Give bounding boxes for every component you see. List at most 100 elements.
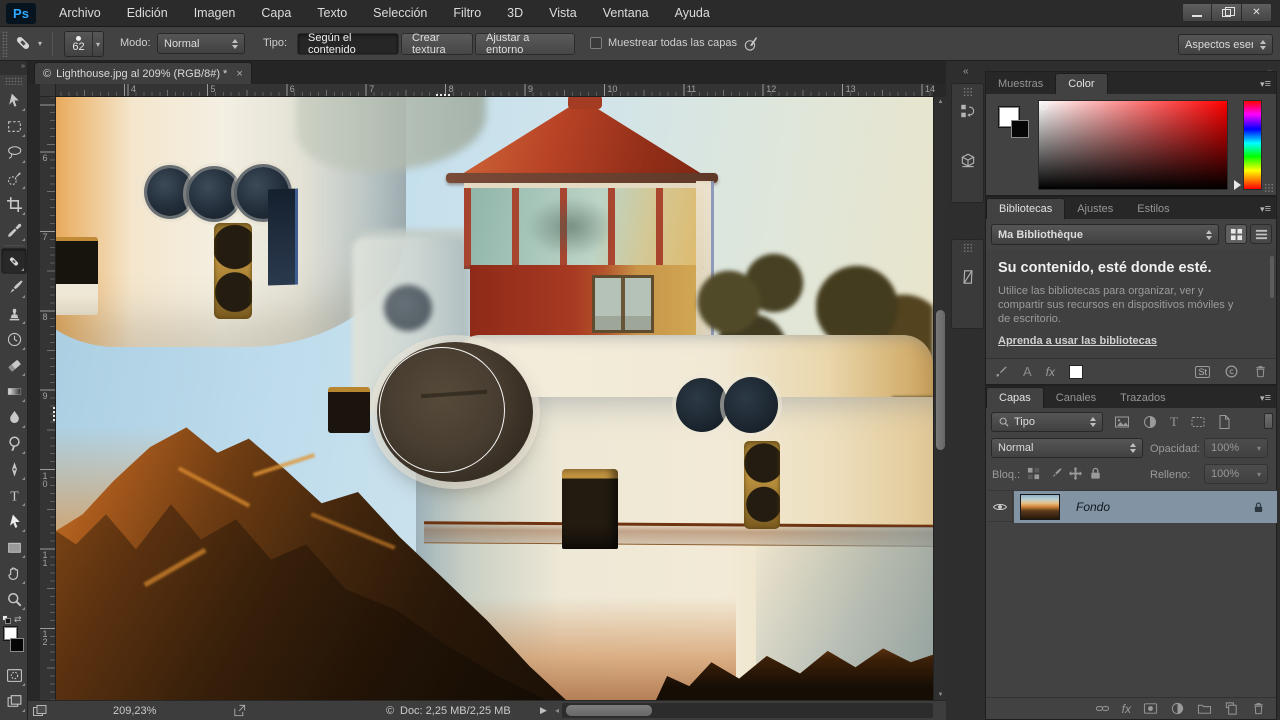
tab-close-icon[interactable]: × <box>236 68 242 80</box>
hue-slider-arrow[interactable] <box>1234 180 1241 190</box>
lock-transparency-icon[interactable] <box>1026 466 1041 481</box>
menu-edicion[interactable]: Edición <box>114 0 181 27</box>
tab-ajustes[interactable]: Ajustes <box>1065 198 1125 219</box>
history-brush-tool[interactable] <box>1 326 27 352</box>
adobe-stock-icon[interactable]: St <box>1195 365 1210 378</box>
swap-colors-icon[interactable]: ⇄ <box>14 614 22 625</box>
rectangle-tool[interactable] <box>1 534 27 560</box>
layer-row-selected[interactable]: Fondo <box>1014 491 1277 523</box>
add-effect-icon[interactable]: fx <box>1046 365 1055 379</box>
crop-tool[interactable] <box>1 191 27 217</box>
healing-brush-icon[interactable] <box>14 34 32 55</box>
group-grip[interactable] <box>963 243 973 253</box>
canvas-image[interactable] <box>56 97 933 700</box>
creative-cloud-icon[interactable] <box>1224 364 1239 379</box>
libraries-learn-link[interactable]: Aprenda a usar las bibliotecas <box>998 335 1264 347</box>
filter-pixel-layers-icon[interactable] <box>1114 414 1130 430</box>
panel-menu-icon[interactable]: ▾≡ <box>1260 392 1271 404</box>
brush-tool[interactable] <box>1 274 27 300</box>
eyedropper-tool[interactable] <box>1 217 27 243</box>
panel-resize-grip[interactable] <box>1264 183 1274 193</box>
menu-vista[interactable]: Vista <box>536 0 590 27</box>
layer-filter-select[interactable]: Tipo <box>991 412 1103 432</box>
ruler-vertical[interactable]: 6 7 8 9 10 11 12 <box>40 97 56 700</box>
opacity-select[interactable]: 100% ▾ <box>1204 438 1268 458</box>
pressure-icon[interactable] <box>742 35 759 55</box>
layer-name[interactable]: Fondo <box>1076 500 1110 514</box>
delete-layer-icon[interactable] <box>1251 701 1266 716</box>
menu-texto[interactable]: Texto <box>304 0 360 27</box>
menu-filtro[interactable]: Filtro <box>440 0 494 27</box>
quick-mask-button[interactable] <box>1 662 27 688</box>
menu-archivo[interactable]: Archivo <box>46 0 114 27</box>
mode-select[interactable]: Normal <box>157 33 245 54</box>
vertical-scrollbar[interactable]: ▲ ▼ <box>933 97 946 700</box>
color-field[interactable] <box>1038 100 1228 190</box>
tab-capas[interactable]: Capas <box>986 387 1044 408</box>
toolbar-grip[interactable] <box>5 77 22 85</box>
filter-adjustment-layers-icon[interactable] <box>1142 414 1158 430</box>
lock-all-icon[interactable] <box>1088 466 1103 481</box>
tab-canales[interactable]: Canales <box>1044 387 1108 408</box>
gradient-tool[interactable] <box>1 378 27 404</box>
grid-view-button[interactable] <box>1225 224 1247 244</box>
list-view-button[interactable] <box>1250 224 1272 244</box>
add-layer-mask-icon[interactable] <box>1143 701 1158 716</box>
add-color-swatch-icon[interactable] <box>1069 364 1084 379</box>
tab-estilos[interactable]: Estilos <box>1125 198 1181 219</box>
restore-button[interactable] <box>1212 3 1242 22</box>
share-icon[interactable] <box>232 703 247 720</box>
blur-tool[interactable] <box>1 404 27 430</box>
tab-bibliotecas[interactable]: Bibliotecas <box>986 198 1066 219</box>
toolbar-collapse-icon[interactable]: » <box>0 61 27 75</box>
pen-tool[interactable] <box>1 456 27 482</box>
filter-type-layers-icon[interactable]: T <box>1170 414 1178 430</box>
menu-ayuda[interactable]: Ayuda <box>662 0 723 27</box>
document-tab[interactable]: © Lighthouse.jpg al 209% (RGB/8#) * × <box>34 62 252 84</box>
layer-thumbnail[interactable] <box>1020 494 1060 520</box>
type-tool[interactable]: T <box>1 482 27 508</box>
lock-position-icon[interactable] <box>1068 466 1083 481</box>
screen-mode-icon[interactable] <box>32 703 48 720</box>
screen-mode-button[interactable] <box>1 688 27 714</box>
layer-row[interactable]: Fondo <box>987 490 1277 523</box>
new-group-icon[interactable] <box>1197 701 1212 716</box>
zoom-tool[interactable] <box>1 586 27 612</box>
tool-preset-caret-icon[interactable]: ▾ <box>38 39 42 48</box>
menu-seleccion[interactable]: Selección <box>360 0 440 27</box>
add-graphic-icon[interactable] <box>994 364 1009 379</box>
hue-slider[interactable] <box>1243 100 1262 190</box>
fill-select[interactable]: 100% ▾ <box>1204 464 1268 484</box>
background-color-swatch[interactable] <box>1011 120 1029 138</box>
horizontal-scroll-thumb[interactable] <box>566 705 652 716</box>
link-layers-icon[interactable] <box>1095 701 1110 716</box>
content-aware-button[interactable]: Según el contenido <box>297 32 399 56</box>
eraser-tool[interactable] <box>1 352 27 378</box>
library-select[interactable]: Ma Bibliothèque <box>991 224 1219 245</box>
panel-menu-icon[interactable]: ▾≡ <box>1260 203 1271 215</box>
workspace-select[interactable]: Aspectos esen. <box>1178 34 1273 55</box>
path-selection-tool[interactable] <box>1 508 27 534</box>
filter-shape-layers-icon[interactable] <box>1190 414 1206 430</box>
document-size-info[interactable]: Doc: 2,25 MB/2,25 MB <box>400 705 511 717</box>
brush-size-picker[interactable]: 62 ▾ <box>64 31 104 57</box>
horizontal-scrollbar[interactable] <box>562 703 933 718</box>
menu-capa[interactable]: Capa <box>248 0 304 27</box>
scroll-left-icon[interactable]: ◂ <box>555 706 559 715</box>
quick-selection-tool[interactable] <box>1 165 27 191</box>
clone-stamp-tool[interactable] <box>1 300 27 326</box>
dock-collapse-icon[interactable]: « <box>963 66 968 77</box>
blend-mode-select[interactable]: Normal <box>991 438 1143 458</box>
background-color-swatch[interactable] <box>10 638 24 652</box>
close-button[interactable]: ✕ <box>1242 3 1272 22</box>
tab-trazados[interactable]: Trazados <box>1108 387 1177 408</box>
libraries-scroll-thumb[interactable] <box>1270 256 1274 298</box>
ruler-corner[interactable] <box>40 84 56 97</box>
spot-healing-brush-tool[interactable] <box>1 248 27 274</box>
create-texture-button[interactable]: Crear textura <box>401 32 473 56</box>
zoom-level[interactable]: 209,23% <box>113 705 156 717</box>
proximity-match-button[interactable]: Ajustar a entorno <box>475 32 575 56</box>
minimize-button[interactable] <box>1182 3 1212 22</box>
lasso-tool[interactable] <box>1 139 27 165</box>
lock-pixels-icon[interactable] <box>1048 466 1063 481</box>
